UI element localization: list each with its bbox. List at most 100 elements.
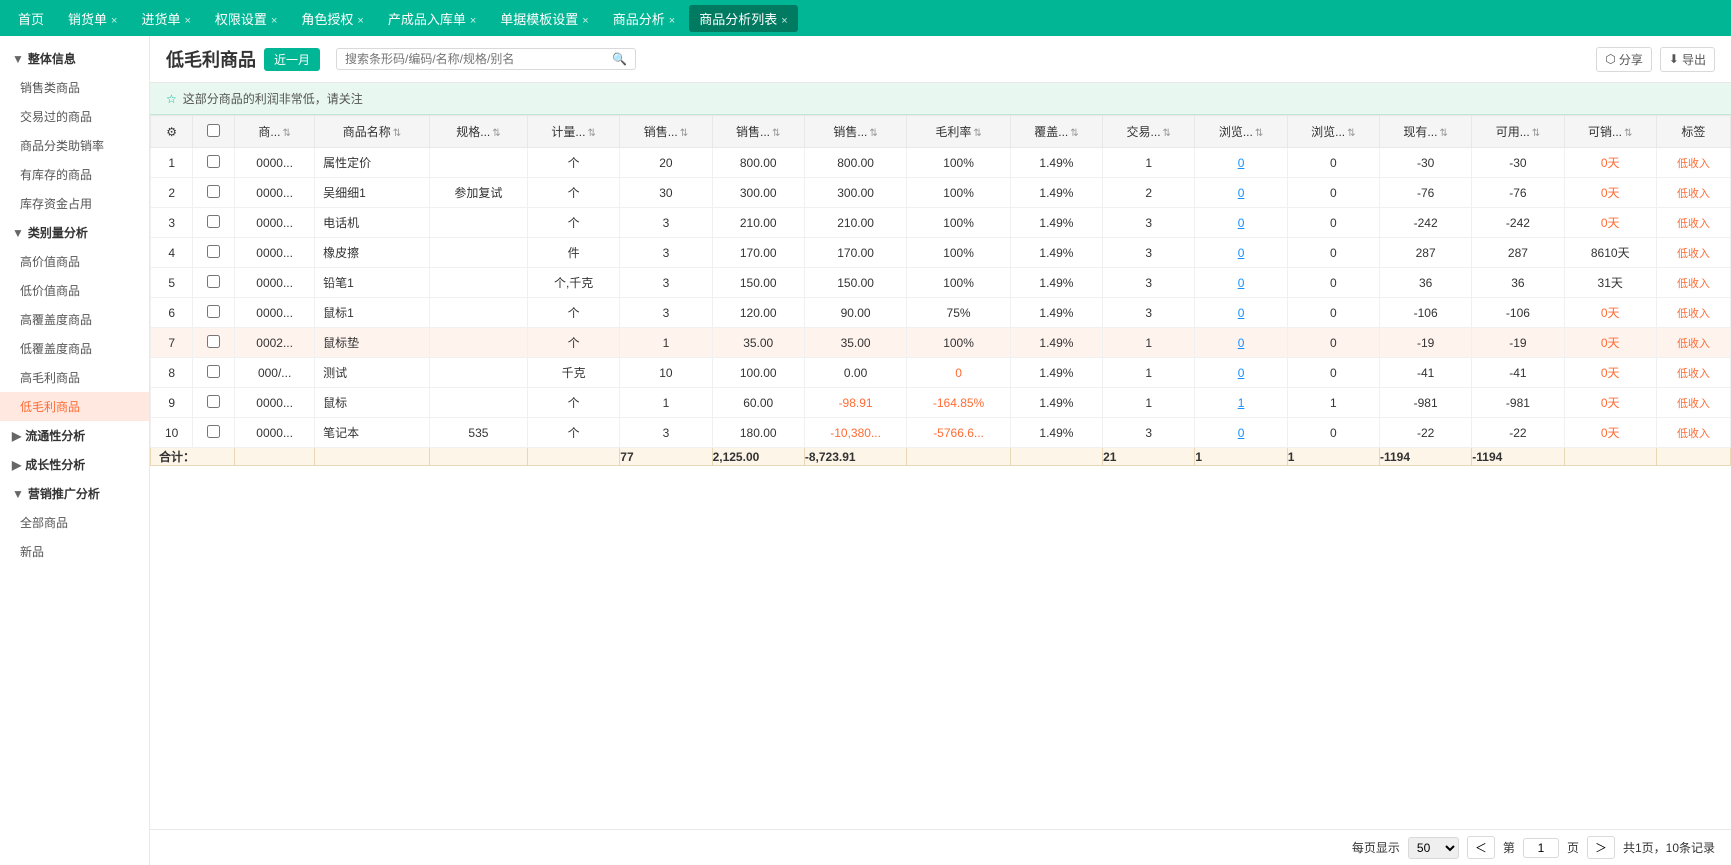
sidebar-item-low-margin[interactable]: 低毛利商品 bbox=[0, 392, 149, 421]
filter-recent-month-button[interactable]: 近一月 bbox=[264, 48, 320, 71]
row-select-checkbox[interactable] bbox=[207, 425, 220, 438]
col-views1[interactable]: 浏览...⇅ bbox=[1195, 116, 1287, 148]
col-unit[interactable]: 计量...⇅ bbox=[527, 116, 619, 148]
sidebar-item-category-rate[interactable]: 商品分类助销率 bbox=[0, 131, 149, 160]
row-name[interactable]: 铅笔1 bbox=[315, 268, 430, 298]
row-views1[interactable]: 0 bbox=[1195, 358, 1287, 388]
row-select-checkbox[interactable] bbox=[207, 155, 220, 168]
search-box[interactable]: 🔍 bbox=[336, 48, 636, 70]
row-name[interactable]: 鼠标垫 bbox=[315, 328, 430, 358]
row-name[interactable]: 属性定价 bbox=[315, 148, 430, 178]
close-permission-tab[interactable]: × bbox=[271, 15, 277, 27]
per-page-select[interactable]: 50 20 100 bbox=[1408, 837, 1459, 859]
row-select-checkbox[interactable] bbox=[207, 365, 220, 378]
row-name[interactable]: 笔记本 bbox=[315, 418, 430, 448]
row-select-checkbox[interactable] bbox=[207, 395, 220, 408]
row-select-checkbox[interactable] bbox=[207, 185, 220, 198]
row-checkbox[interactable] bbox=[193, 298, 235, 328]
nav-product-in[interactable]: 产成品入库单× bbox=[378, 5, 486, 32]
close-purchase-tab[interactable]: × bbox=[184, 15, 190, 27]
row-select-checkbox[interactable] bbox=[207, 335, 220, 348]
col-settings[interactable]: ⚙ bbox=[151, 116, 193, 148]
close-goods-analysis-tab[interactable]: × bbox=[669, 15, 675, 27]
col-saleable-days[interactable]: 可销...⇅ bbox=[1564, 116, 1656, 148]
sidebar-group-circulation[interactable]: ▶ 流通性分析 bbox=[0, 421, 149, 450]
sidebar-item-high-coverage[interactable]: 高覆盖度商品 bbox=[0, 305, 149, 334]
search-input[interactable] bbox=[345, 52, 608, 66]
row-name[interactable]: 电话机 bbox=[315, 208, 430, 238]
row-checkbox[interactable] bbox=[193, 238, 235, 268]
sidebar-item-in-stock[interactable]: 有库存的商品 bbox=[0, 160, 149, 189]
nav-home[interactable]: 首页 bbox=[8, 5, 54, 32]
sidebar-group-growth[interactable]: ▶ 成长性分析 bbox=[0, 450, 149, 479]
nav-goods-analysis-list[interactable]: 商品分析列表× bbox=[689, 5, 797, 32]
col-coverage[interactable]: 覆盖...⇅ bbox=[1010, 116, 1102, 148]
sidebar-item-capital-usage[interactable]: 库存资金占用 bbox=[0, 189, 149, 218]
col-current-stock[interactable]: 现有...⇅ bbox=[1379, 116, 1471, 148]
sidebar-item-low-value[interactable]: 低价值商品 bbox=[0, 276, 149, 305]
row-checkbox[interactable] bbox=[193, 268, 235, 298]
row-select-checkbox[interactable] bbox=[207, 215, 220, 228]
row-name[interactable]: 测试 bbox=[315, 358, 430, 388]
row-select-checkbox[interactable] bbox=[207, 245, 220, 258]
row-checkbox[interactable] bbox=[193, 358, 235, 388]
prev-page-button[interactable]: ＜ bbox=[1467, 836, 1495, 859]
sidebar-item-low-coverage[interactable]: 低覆盖度商品 bbox=[0, 334, 149, 363]
row-views1[interactable]: 0 bbox=[1195, 418, 1287, 448]
nav-sales[interactable]: 销货单× bbox=[58, 5, 127, 32]
sidebar-group-overall[interactable]: ▼ 整体信息 bbox=[0, 44, 149, 73]
col-gross-margin[interactable]: 毛利率⇅ bbox=[907, 116, 1011, 148]
row-name[interactable]: 吴细细1 bbox=[315, 178, 430, 208]
col-spec[interactable]: 规格...⇅ bbox=[429, 116, 527, 148]
row-views1[interactable]: 0 bbox=[1195, 148, 1287, 178]
col-name[interactable]: 商品名称⇅ bbox=[315, 116, 430, 148]
select-all-checkbox[interactable] bbox=[207, 124, 220, 137]
col-checkbox[interactable] bbox=[193, 116, 235, 148]
sidebar-item-all-goods[interactable]: 全部商品 bbox=[0, 508, 149, 537]
col-sales-price[interactable]: 销售...⇅ bbox=[712, 116, 804, 148]
sidebar-group-marketing[interactable]: ▼ 营销推广分析 bbox=[0, 479, 149, 508]
nav-goods-analysis[interactable]: 商品分析× bbox=[603, 5, 685, 32]
row-name[interactable]: 橡皮擦 bbox=[315, 238, 430, 268]
row-select-checkbox[interactable] bbox=[207, 305, 220, 318]
sidebar-item-new-goods[interactable]: 新品 bbox=[0, 537, 149, 566]
sidebar-item-high-value[interactable]: 高价值商品 bbox=[0, 247, 149, 276]
close-role-tab[interactable]: × bbox=[357, 15, 363, 27]
row-checkbox[interactable] bbox=[193, 178, 235, 208]
sidebar-item-traded-goods[interactable]: 交易过的商品 bbox=[0, 102, 149, 131]
close-goods-analysis-list-tab[interactable]: × bbox=[781, 15, 787, 27]
row-views1[interactable]: 0 bbox=[1195, 208, 1287, 238]
nav-permission[interactable]: 权限设置× bbox=[205, 5, 287, 32]
nav-purchase[interactable]: 进货单× bbox=[131, 5, 200, 32]
share-button[interactable]: ⬡ 分享 bbox=[1596, 47, 1652, 72]
row-checkbox[interactable] bbox=[193, 418, 235, 448]
close-product-in-tab[interactable]: × bbox=[470, 15, 476, 27]
next-page-button[interactable]: ＞ bbox=[1587, 836, 1615, 859]
col-tag[interactable]: 标签 bbox=[1656, 116, 1730, 148]
close-sales-tab[interactable]: × bbox=[111, 15, 117, 27]
search-icon[interactable]: 🔍 bbox=[612, 52, 627, 66]
row-checkbox[interactable] bbox=[193, 208, 235, 238]
sidebar-item-high-margin[interactable]: 高毛利商品 bbox=[0, 363, 149, 392]
row-views1[interactable]: 1 bbox=[1195, 388, 1287, 418]
row-views1[interactable]: 0 bbox=[1195, 268, 1287, 298]
row-checkbox[interactable] bbox=[193, 148, 235, 178]
col-sales-qty[interactable]: 销售...⇅ bbox=[620, 116, 712, 148]
row-views1[interactable]: 0 bbox=[1195, 328, 1287, 358]
row-views1[interactable]: 0 bbox=[1195, 238, 1287, 268]
sidebar-group-category[interactable]: ▼ 类别量分析 bbox=[0, 218, 149, 247]
page-input[interactable] bbox=[1523, 838, 1559, 858]
row-views1[interactable]: 0 bbox=[1195, 178, 1287, 208]
row-select-checkbox[interactable] bbox=[207, 275, 220, 288]
col-transactions[interactable]: 交易...⇅ bbox=[1103, 116, 1195, 148]
row-views1[interactable]: 0 bbox=[1195, 298, 1287, 328]
nav-role[interactable]: 角色授权× bbox=[291, 5, 373, 32]
row-checkbox[interactable] bbox=[193, 328, 235, 358]
col-sales-amount[interactable]: 销售...⇅ bbox=[804, 116, 906, 148]
col-code[interactable]: 商...⇅ bbox=[235, 116, 315, 148]
sidebar-item-sales-goods[interactable]: 销售类商品 bbox=[0, 73, 149, 102]
row-name[interactable]: 鼠标 bbox=[315, 388, 430, 418]
row-checkbox[interactable] bbox=[193, 388, 235, 418]
close-template-tab[interactable]: × bbox=[582, 15, 588, 27]
col-available-stock[interactable]: 可用...⇅ bbox=[1472, 116, 1564, 148]
